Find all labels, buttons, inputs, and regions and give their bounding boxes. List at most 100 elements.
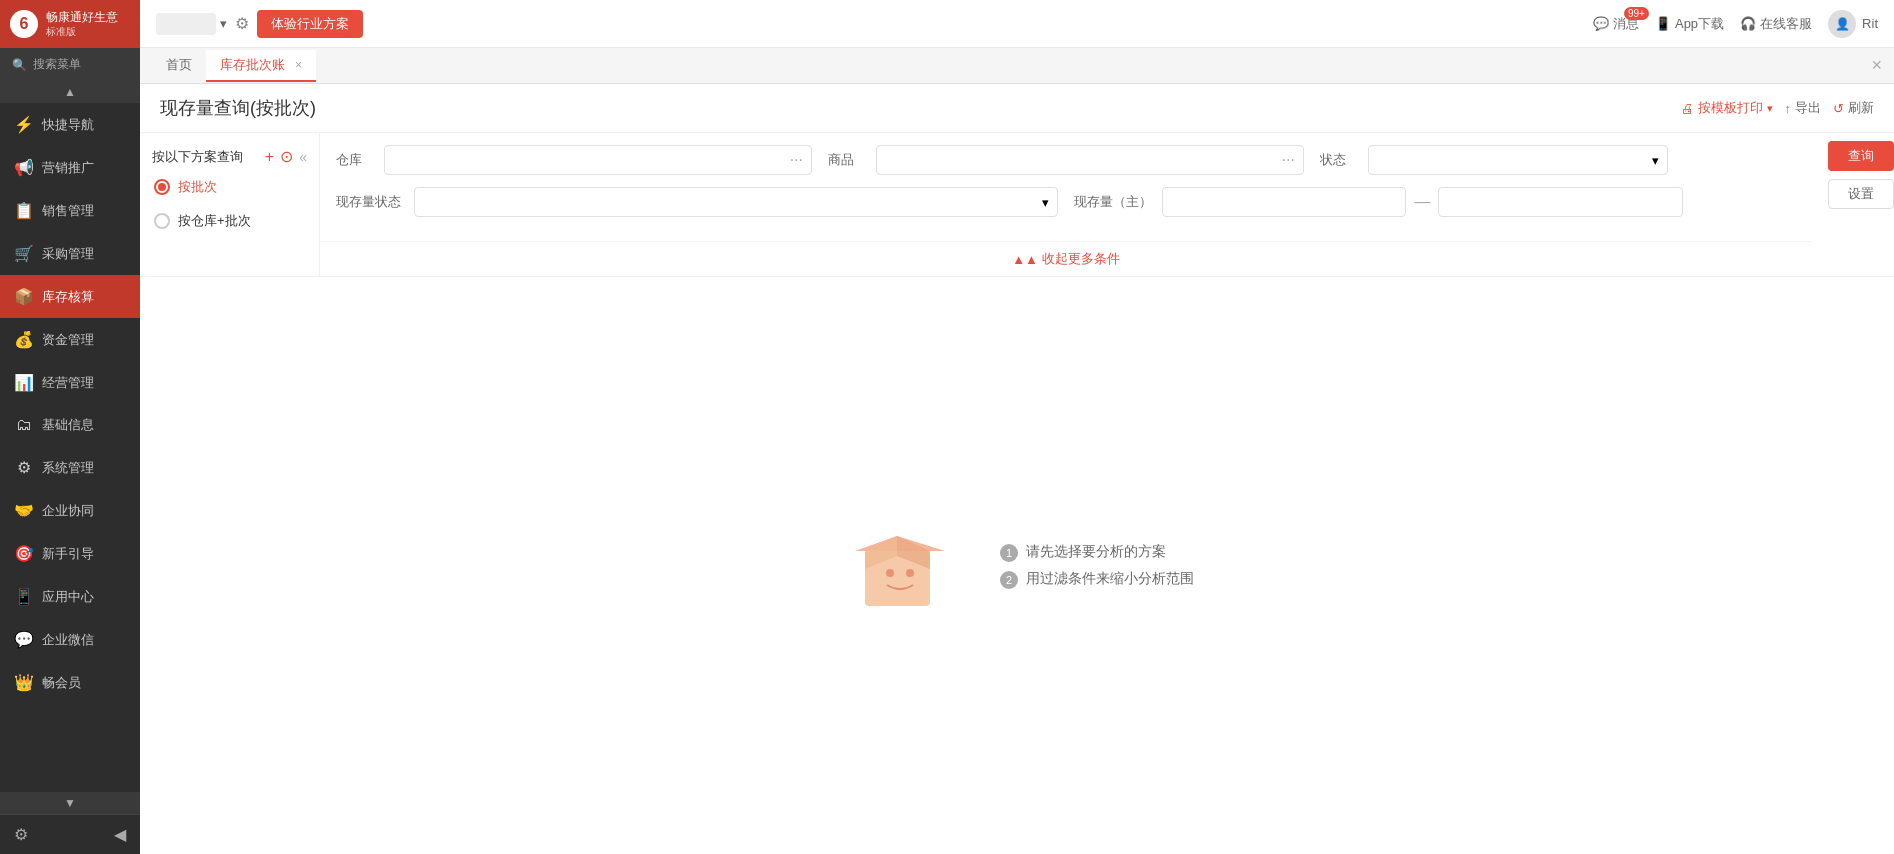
export-btn[interactable]: ↑ 导出 [1785, 99, 1822, 117]
main-area: ▾ ⚙ 体验行业方案 💬 消息 99+ 📱 App下载 🎧 在线客服 👤 [140, 0, 1894, 854]
topbar-messages[interactable]: 💬 消息 99+ [1593, 15, 1639, 33]
inventory-qty-from-wrap[interactable] [1162, 187, 1406, 217]
user-avatar: 👤 [1828, 10, 1856, 38]
sidebar-item-appcenter[interactable]: 📱 应用中心 [0, 575, 140, 618]
sidebar-item-basics[interactable]: 🗂 基础信息 [0, 404, 140, 446]
sidebar-item-operations[interactable]: 📊 经营管理 [0, 361, 140, 404]
sidebar-scroll-down[interactable]: ▼ [0, 792, 140, 814]
tip-num-2: 2 [1000, 571, 1018, 589]
sidebar-item-system[interactable]: ⚙ 系统管理 [0, 446, 140, 489]
tip-num-1: 1 [1000, 544, 1018, 562]
tab-home[interactable]: 首页 [152, 50, 206, 82]
refresh-btn[interactable]: ↺ 刷新 [1833, 99, 1874, 117]
topbar-customer-service[interactable]: 🎧 在线客服 [1740, 15, 1812, 33]
topbar-right: 💬 消息 99+ 📱 App下载 🎧 在线客服 👤 Rit [1593, 10, 1878, 38]
filter-panel: 按以下方案查询 + ⊙ « 按批次 [140, 133, 1894, 277]
collapse-up-icon: ▲▲ [1012, 252, 1038, 267]
inventory-qty-to-wrap[interactable] [1438, 187, 1682, 217]
enterprise-icon: 🤝 [14, 501, 34, 520]
filter-field-inventory-status: 现存量状态 ▾ [336, 187, 1058, 217]
tab-close-btn[interactable]: × [295, 58, 302, 72]
sidebar-item-inventory[interactable]: 📦 库存核算 [0, 275, 140, 318]
topbar-dropdown[interactable]: ▾ [156, 13, 227, 35]
newguide-icon: 🎯 [14, 544, 34, 563]
sidebar-nav: ⚡ 快捷导航 📢 营销推广 📋 销售管理 🛒 采购管理 📦 库存核算 💰 资金管… [0, 103, 140, 792]
scheme-radio-batch [154, 179, 170, 195]
page-header-actions: 🖨 按模板打印 ▾ ↑ 导出 ↺ 刷新 [1681, 99, 1875, 117]
topbar-app-download[interactable]: 📱 App下载 [1655, 15, 1724, 33]
print-chevron-icon: ▾ [1767, 102, 1773, 115]
inventory-qty-to[interactable] [1447, 195, 1673, 210]
inventory-icon: 📦 [14, 287, 34, 306]
sidebar: 6 畅康通好生意 标准版 🔍 搜索菜单 ▲ ⚡ 快捷导航 📢 营销推广 📋 销售… [0, 0, 140, 854]
finance-icon: 💰 [14, 330, 34, 349]
sidebar-item-wxenterprise[interactable]: 💬 企业微信 [0, 618, 140, 661]
footer-collapse-icon[interactable]: ◀ [114, 825, 126, 844]
filter-right: 仓库 ··· 商品 ··· [320, 133, 1812, 276]
print-btn[interactable]: 🖨 按模板打印 ▾ [1681, 99, 1773, 117]
avatar-icon: 👤 [1835, 17, 1850, 31]
footer-settings-icon[interactable]: ⚙ [14, 825, 28, 844]
product-input[interactable] [885, 153, 1278, 168]
sidebar-item-newguide[interactable]: 🎯 新手引导 [0, 532, 140, 575]
sidebar-item-enterprise[interactable]: 🤝 企业协同 [0, 489, 140, 532]
scheme-item-warehouse-batch[interactable]: 按仓库+批次 [140, 204, 319, 238]
sidebar-item-finance[interactable]: 💰 资金管理 [0, 318, 140, 361]
filter-row-1: 仓库 ··· 商品 ··· [336, 145, 1796, 175]
brand-info: 畅康通好生意 标准版 [46, 10, 118, 39]
svg-point-5 [906, 569, 914, 577]
member-icon: 👑 [14, 673, 34, 692]
product-input-wrap[interactable]: ··· [876, 145, 1304, 175]
status-select[interactable]: ▾ [1368, 145, 1668, 175]
sidebar-item-member[interactable]: 👑 畅会员 [0, 661, 140, 704]
warehouse-input-wrap[interactable]: ··· [384, 145, 812, 175]
warehouse-dots[interactable]: ··· [790, 151, 803, 169]
empty-state: 1 请先选择要分析的方案 2 用过滤条件来缩小分析范围 [140, 277, 1894, 854]
collapse-more[interactable]: ▲▲ 收起更多条件 [320, 241, 1812, 276]
product-label: 商品 [828, 151, 868, 169]
filter-field-inventory-qty: 现存量（主） — [1074, 187, 1796, 217]
refresh-icon: ↺ [1833, 101, 1844, 116]
app-logo: 6 [10, 10, 38, 38]
appcenter-icon: 📱 [14, 587, 34, 606]
filter-field-product: 商品 ··· [828, 145, 1304, 175]
inventory-qty-dash: — [1414, 193, 1430, 211]
status-label: 状态 [1320, 151, 1360, 169]
scheme-settings-btn[interactable]: ⊙ [280, 147, 293, 166]
search-icon: 🔍 [12, 58, 27, 72]
topbar-gear-icon[interactable]: ⚙ [235, 14, 249, 33]
filter-settings-btn[interactable]: 设置 [1828, 179, 1894, 209]
tab-bar: 首页 库存批次账 × × [140, 48, 1894, 84]
scheme-add-btn[interactable]: + [265, 148, 274, 166]
sidebar-search[interactable]: 🔍 搜索菜单 [0, 48, 140, 81]
sidebar-scroll-up[interactable]: ▲ [0, 81, 140, 103]
page-container: 现存量查询(按批次) 🖨 按模板打印 ▾ ↑ 导出 ↺ 刷新 [140, 84, 1894, 854]
warehouse-input[interactable] [393, 153, 786, 168]
topbar-dropdown-text [156, 13, 216, 35]
topbar-user[interactable]: 👤 Rit [1828, 10, 1878, 38]
empty-tips: 1 请先选择要分析的方案 2 用过滤条件来缩小分析范围 [1000, 543, 1194, 589]
scheme-item-batch[interactable]: 按批次 [140, 170, 319, 204]
experience-btn[interactable]: 体验行业方案 [257, 10, 363, 38]
filter-form: 仓库 ··· 商品 ··· [320, 133, 1812, 241]
query-btn[interactable]: 查询 [1828, 141, 1894, 171]
sidebar-item-quicknav[interactable]: ⚡ 快捷导航 [0, 103, 140, 146]
topbar-left: ▾ ⚙ 体验行业方案 [156, 10, 1581, 38]
system-icon: ⚙ [14, 458, 34, 477]
purchase-icon: 🛒 [14, 244, 34, 263]
product-dots[interactable]: ··· [1282, 151, 1295, 169]
sidebar-item-marketing[interactable]: 📢 营销推广 [0, 146, 140, 189]
sidebar-item-purchase[interactable]: 🛒 采购管理 [0, 232, 140, 275]
scheme-collapse-btn[interactable]: « [299, 149, 307, 165]
dropdown-chevron-icon: ▾ [220, 16, 227, 31]
tab-inventory-batch[interactable]: 库存批次账 × [206, 50, 316, 82]
empty-tip-2: 2 用过滤条件来缩小分析范围 [1000, 570, 1194, 589]
page-title: 现存量查询(按批次) [160, 96, 316, 120]
inventory-status-select[interactable]: ▾ [414, 187, 1058, 217]
message-icon: 💬 [1593, 16, 1609, 31]
message-badge: 99+ [1624, 7, 1649, 20]
inventory-qty-from[interactable] [1171, 195, 1397, 210]
tab-close-right-btn[interactable]: × [1871, 55, 1882, 76]
svg-point-4 [886, 569, 894, 577]
sidebar-item-sales[interactable]: 📋 销售管理 [0, 189, 140, 232]
